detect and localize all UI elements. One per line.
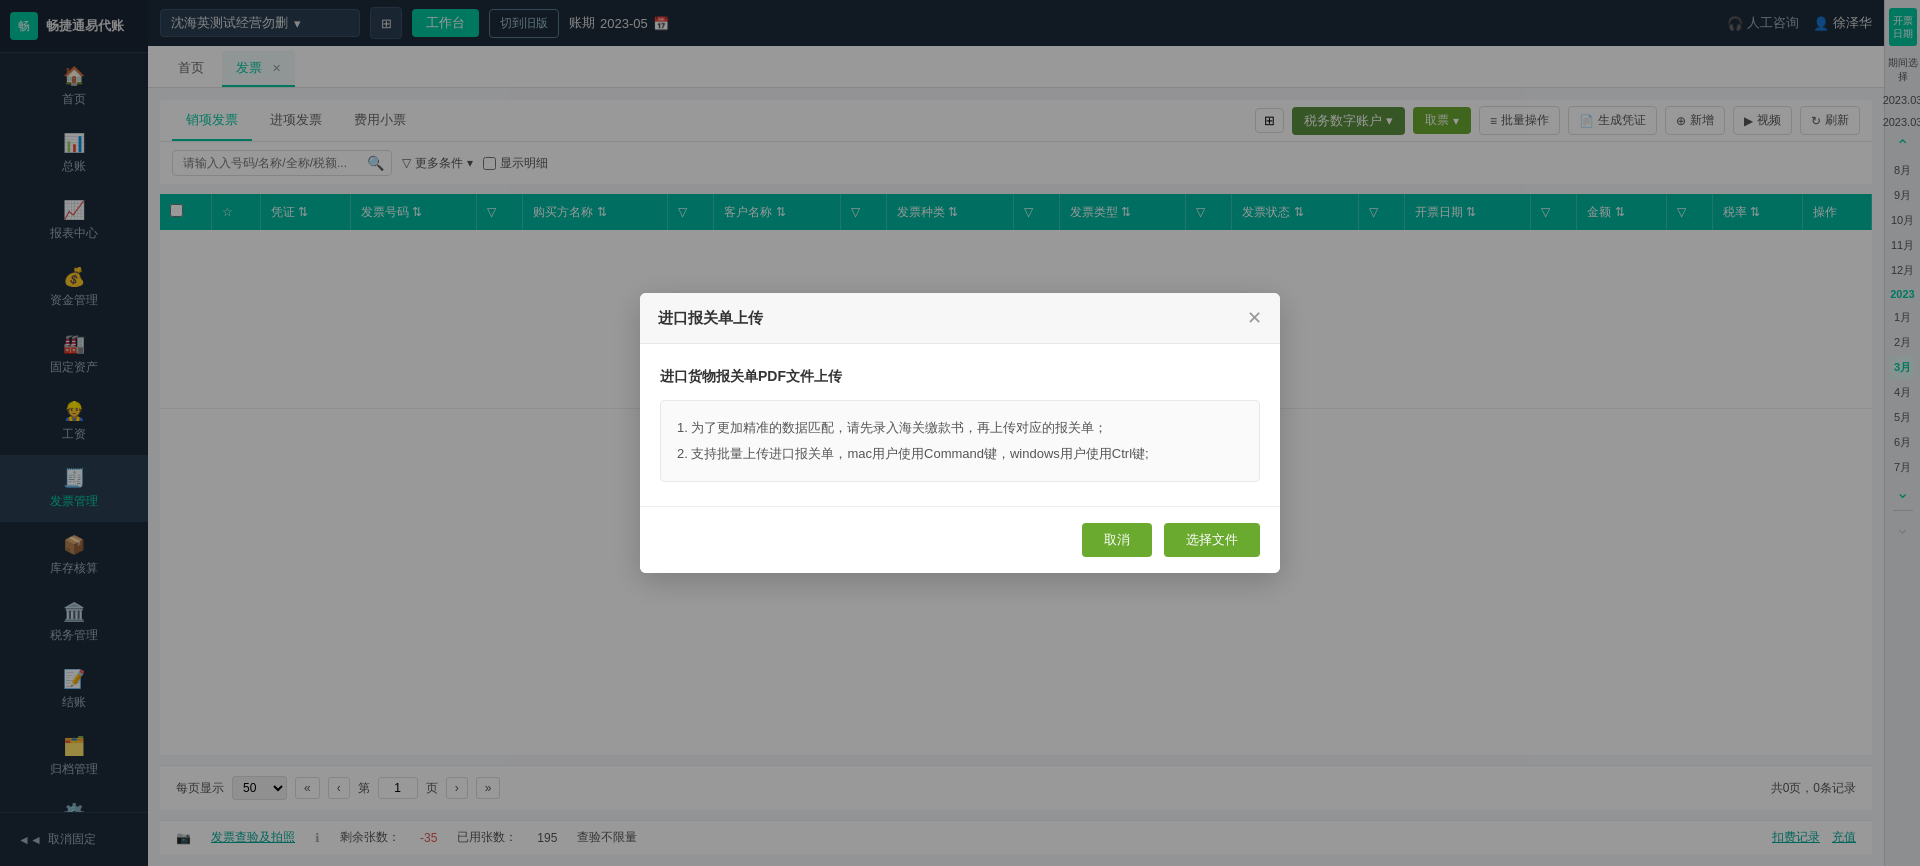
modal-cancel-label: 取消 (1104, 532, 1130, 547)
modal-info-item-1: 1. 为了更加精准的数据匹配，请先录入海关缴款书，再上传对应的报关单； (677, 415, 1243, 441)
modal-title: 进口报关单上传 (658, 309, 763, 328)
modal-overlay[interactable]: 进口报关单上传 ✕ 进口货物报关单PDF文件上传 1. 为了更加精准的数据匹配，… (0, 0, 1920, 866)
modal-body: 进口货物报关单PDF文件上传 1. 为了更加精准的数据匹配，请先录入海关缴款书，… (640, 344, 1280, 506)
modal-cancel-btn[interactable]: 取消 (1082, 523, 1152, 557)
modal-info-box: 1. 为了更加精准的数据匹配，请先录入海关缴款书，再上传对应的报关单； 2. 支… (660, 400, 1260, 482)
modal-header: 进口报关单上传 ✕ (640, 293, 1280, 344)
modal-file-title: 进口货物报关单PDF文件上传 (660, 368, 1260, 386)
modal-close-btn[interactable]: ✕ (1247, 307, 1262, 329)
import-modal: 进口报关单上传 ✕ 进口货物报关单PDF文件上传 1. 为了更加精准的数据匹配，… (640, 293, 1280, 573)
modal-select-file-btn[interactable]: 选择文件 (1164, 523, 1260, 557)
modal-footer: 取消 选择文件 (640, 506, 1280, 573)
modal-info-item-2: 2. 支持批量上传进口报关单，mac用户使用Command键，windows用户… (677, 441, 1243, 467)
modal-select-file-label: 选择文件 (1186, 532, 1238, 547)
